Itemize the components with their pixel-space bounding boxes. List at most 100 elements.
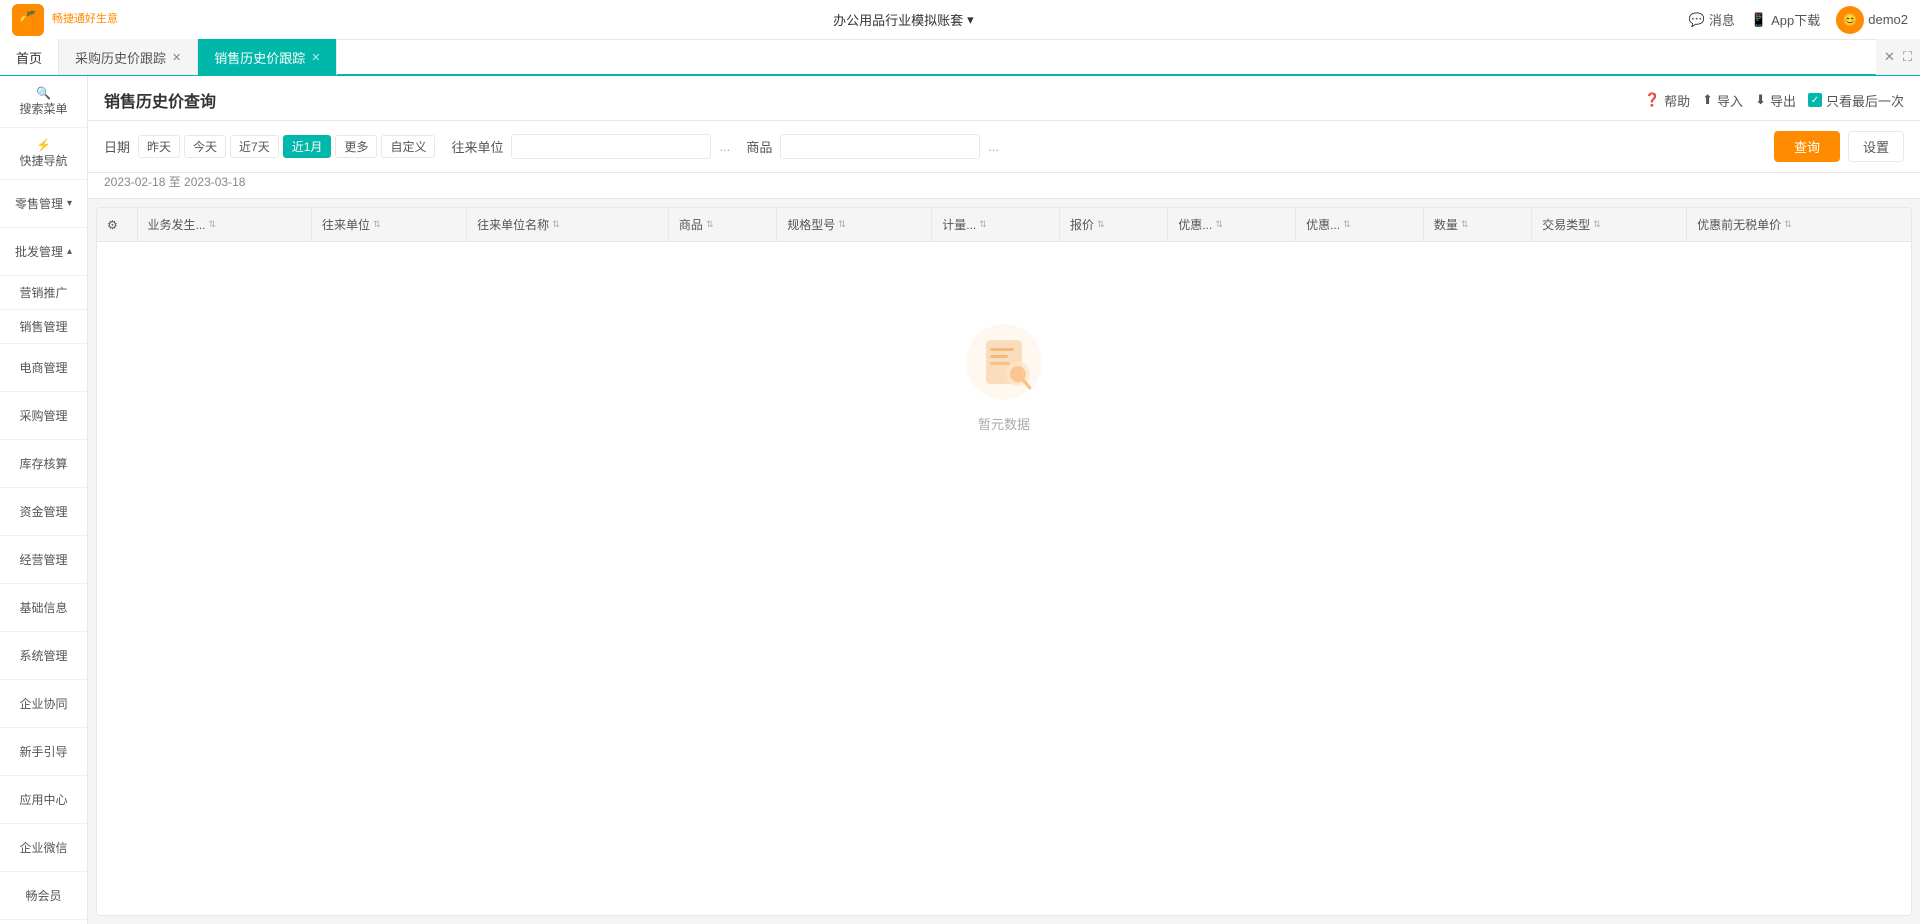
th-partner-code[interactable]: 往来单位 ⇅ <box>312 208 467 242</box>
sort-icon: ⇅ <box>209 219 217 230</box>
chevron-down-icon: ▾ <box>967 12 974 28</box>
sidebar-item-system[interactable]: 系统管理 <box>0 632 87 680</box>
sidebar-item-basic-info[interactable]: 基础信息 <box>0 584 87 632</box>
tab-home-label: 首页 <box>16 48 42 67</box>
sidebar-item-wholesale-mgmt-label: 批发管理 <box>15 243 63 260</box>
export-label: 导出 <box>1770 91 1796 110</box>
logo-area: 🍊 畅捷通好生意 <box>12 4 118 36</box>
main-layout: 🔍 搜索菜单 ⚡ 快捷导航 零售管理 ▾ 批发管理 ▴ 营销推广 销售管理 电商… <box>0 76 1920 924</box>
th-settings[interactable]: ⚙ <box>97 208 137 242</box>
date-btn-more[interactable]: 更多 <box>335 135 377 158</box>
sort-icon: ⇅ <box>1215 219 1223 230</box>
th-partner-code-label: 往来单位 <box>322 216 370 233</box>
sidebar-item-marketing[interactable]: 营销推广 <box>0 276 87 310</box>
user-name: demo2 <box>1868 12 1908 27</box>
partner-input[interactable] <box>511 134 711 159</box>
th-pre-tax-price-label: 优惠前无税单价 <box>1697 216 1781 233</box>
tab-sales-history[interactable]: 销售历史价跟踪 ✕ <box>198 39 337 75</box>
sidebar-item-wholesale-mgmt[interactable]: 批发管理 ▴ <box>0 228 87 276</box>
sidebar-item-ecom-mgmt[interactable]: 电商管理 <box>0 344 87 392</box>
goods-input[interactable] <box>780 134 980 159</box>
sidebar-item-purchase-mgmt-label: 采购管理 <box>19 407 67 424</box>
tab-sales-history-close[interactable]: ✕ <box>311 51 320 64</box>
tab-home[interactable]: 首页 <box>0 39 59 75</box>
top-header: 🍊 畅捷通好生意 办公用品行业模拟账套 ▾ 💬 消息 📱 App下载 😊 dem… <box>0 0 1920 40</box>
sidebar-item-search-menu[interactable]: 🔍 搜索菜单 <box>0 76 87 128</box>
th-discount1-label: 优惠... <box>1178 216 1212 233</box>
sidebar-item-app-center[interactable]: 应用中心 <box>0 776 87 824</box>
th-partner-name[interactable]: 往来单位名称 ⇅ <box>467 208 669 242</box>
sidebar-item-inventory[interactable]: 库存核算 <box>0 440 87 488</box>
export-icon: ⬇ <box>1755 92 1766 108</box>
tab-purchase-history[interactable]: 采购历史价跟踪 ✕ <box>59 39 198 75</box>
sidebar-item-marketing-label: 营销推广 <box>19 284 67 301</box>
empty-text: 暂元数据 <box>978 414 1030 433</box>
sort-icon: ⇅ <box>373 219 381 230</box>
date-btn-custom[interactable]: 自定义 <box>381 135 435 158</box>
th-quote-price[interactable]: 报价 ⇅ <box>1060 208 1168 242</box>
th-biz-date[interactable]: 业务发生... ⇅ <box>137 208 312 242</box>
sidebar-item-quick-nav[interactable]: ⚡ 快捷导航 <box>0 128 87 180</box>
date-range-row: 2023-02-18 至 2023-03-18 <box>88 173 1920 199</box>
settings-icon: ⚙ <box>107 218 118 232</box>
empty-state: 暂元数据 <box>97 242 1911 513</box>
date-btn-1month[interactable]: 近1月 <box>283 135 332 158</box>
checkbox-icon: ✓ <box>1808 93 1822 107</box>
download-icon: 📱 <box>1751 12 1767 28</box>
goods-dots: ... <box>988 139 999 154</box>
query-button[interactable]: 查询 <box>1774 131 1840 162</box>
sidebar-item-finance[interactable]: 资金管理 <box>0 488 87 536</box>
sidebar: 🔍 搜索菜单 ⚡ 快捷导航 零售管理 ▾ 批发管理 ▴ 营销推广 销售管理 电商… <box>0 76 88 924</box>
help-btn[interactable]: ❓ 帮助 <box>1644 91 1690 110</box>
message-btn[interactable]: 💬 消息 <box>1689 10 1735 29</box>
filter-right: 查询 设置 <box>1774 131 1904 162</box>
empty-icon <box>964 322 1044 402</box>
sort-icon: ⇅ <box>1784 219 1792 230</box>
app-selector[interactable]: 办公用品行业模拟账套 ▾ <box>825 6 982 33</box>
th-pre-tax-price[interactable]: 优惠前无税单价 ⇅ <box>1687 208 1911 242</box>
only-last-checkbox[interactable]: ✓ 只看最后一次 <box>1808 91 1904 110</box>
logo-text: 畅捷通好生意 <box>52 12 118 26</box>
th-discount1[interactable]: 优惠... ⇅ <box>1168 208 1296 242</box>
tab-action-expand[interactable]: ⛶ <box>1903 49 1912 65</box>
date-btn-7days[interactable]: 近7天 <box>230 135 279 158</box>
sort-icon: ⇅ <box>1343 219 1351 230</box>
sidebar-item-sales-mgmt-label: 销售管理 <box>19 318 67 335</box>
sidebar-item-operation[interactable]: 经营管理 <box>0 536 87 584</box>
date-buttons: 昨天 今天 近7天 近1月 更多 自定义 <box>138 135 435 158</box>
partner-label: 往来单位 <box>451 137 503 156</box>
th-unit[interactable]: 计量... ⇅ <box>932 208 1060 242</box>
sidebar-item-purchase-mgmt[interactable]: 采购管理 <box>0 392 87 440</box>
import-btn[interactable]: ⬆ 导入 <box>1702 91 1743 110</box>
th-spec[interactable]: 规格型号 ⇅ <box>777 208 932 242</box>
th-trade-type-label: 交易类型 <box>1542 216 1590 233</box>
date-btn-today[interactable]: 今天 <box>184 135 226 158</box>
date-range-text: 2023-02-18 至 2023-03-18 <box>104 175 245 189</box>
content-area: 销售历史价查询 ❓ 帮助 ⬆ 导入 ⬇ 导出 ✓ 只看最后一次 <box>88 76 1920 924</box>
export-btn[interactable]: ⬇ 导出 <box>1755 91 1796 110</box>
chevron-down-icon: ▾ <box>67 198 72 209</box>
sidebar-item-retail-mgmt[interactable]: 零售管理 ▾ <box>0 180 87 228</box>
app-download-btn[interactable]: 📱 App下载 <box>1751 10 1820 29</box>
th-quantity[interactable]: 数量 ⇅ <box>1423 208 1531 242</box>
tab-action-close[interactable]: ✕ <box>1884 49 1895 65</box>
sidebar-item-enterprise-wechat[interactable]: 企业微信 <box>0 824 87 872</box>
sidebar-item-sales-mgmt[interactable]: 销售管理 <box>0 310 87 344</box>
th-goods[interactable]: 商品 ⇅ <box>668 208 776 242</box>
sidebar-item-new-guide[interactable]: 新手引导 <box>0 728 87 776</box>
filter-bar: 日期 昨天 今天 近7天 近1月 更多 自定义 往来单位 ... 商品 ... <box>88 121 1920 173</box>
th-trade-type[interactable]: 交易类型 ⇅ <box>1532 208 1687 242</box>
sidebar-item-enterprise-collab[interactable]: 企业协同 <box>0 680 87 728</box>
sidebar-item-member[interactable]: 畅会员 <box>0 872 87 920</box>
sort-icon: ⇅ <box>1593 219 1601 230</box>
help-label: 帮助 <box>1664 91 1690 110</box>
goods-filter-group: 商品 ... <box>746 134 999 159</box>
date-btn-yesterday[interactable]: 昨天 <box>138 135 180 158</box>
data-table: ⚙ 业务发生... ⇅ 往来单位 ⇅ <box>97 208 1911 242</box>
sidebar-item-app-center-label: 应用中心 <box>19 791 67 808</box>
only-last-label: 只看最后一次 <box>1826 91 1904 110</box>
tab-purchase-history-close[interactable]: ✕ <box>172 51 181 64</box>
user-area[interactable]: 😊 demo2 <box>1836 6 1908 34</box>
settings-button[interactable]: 设置 <box>1848 131 1904 162</box>
th-discount2[interactable]: 优惠... ⇅ <box>1296 208 1424 242</box>
